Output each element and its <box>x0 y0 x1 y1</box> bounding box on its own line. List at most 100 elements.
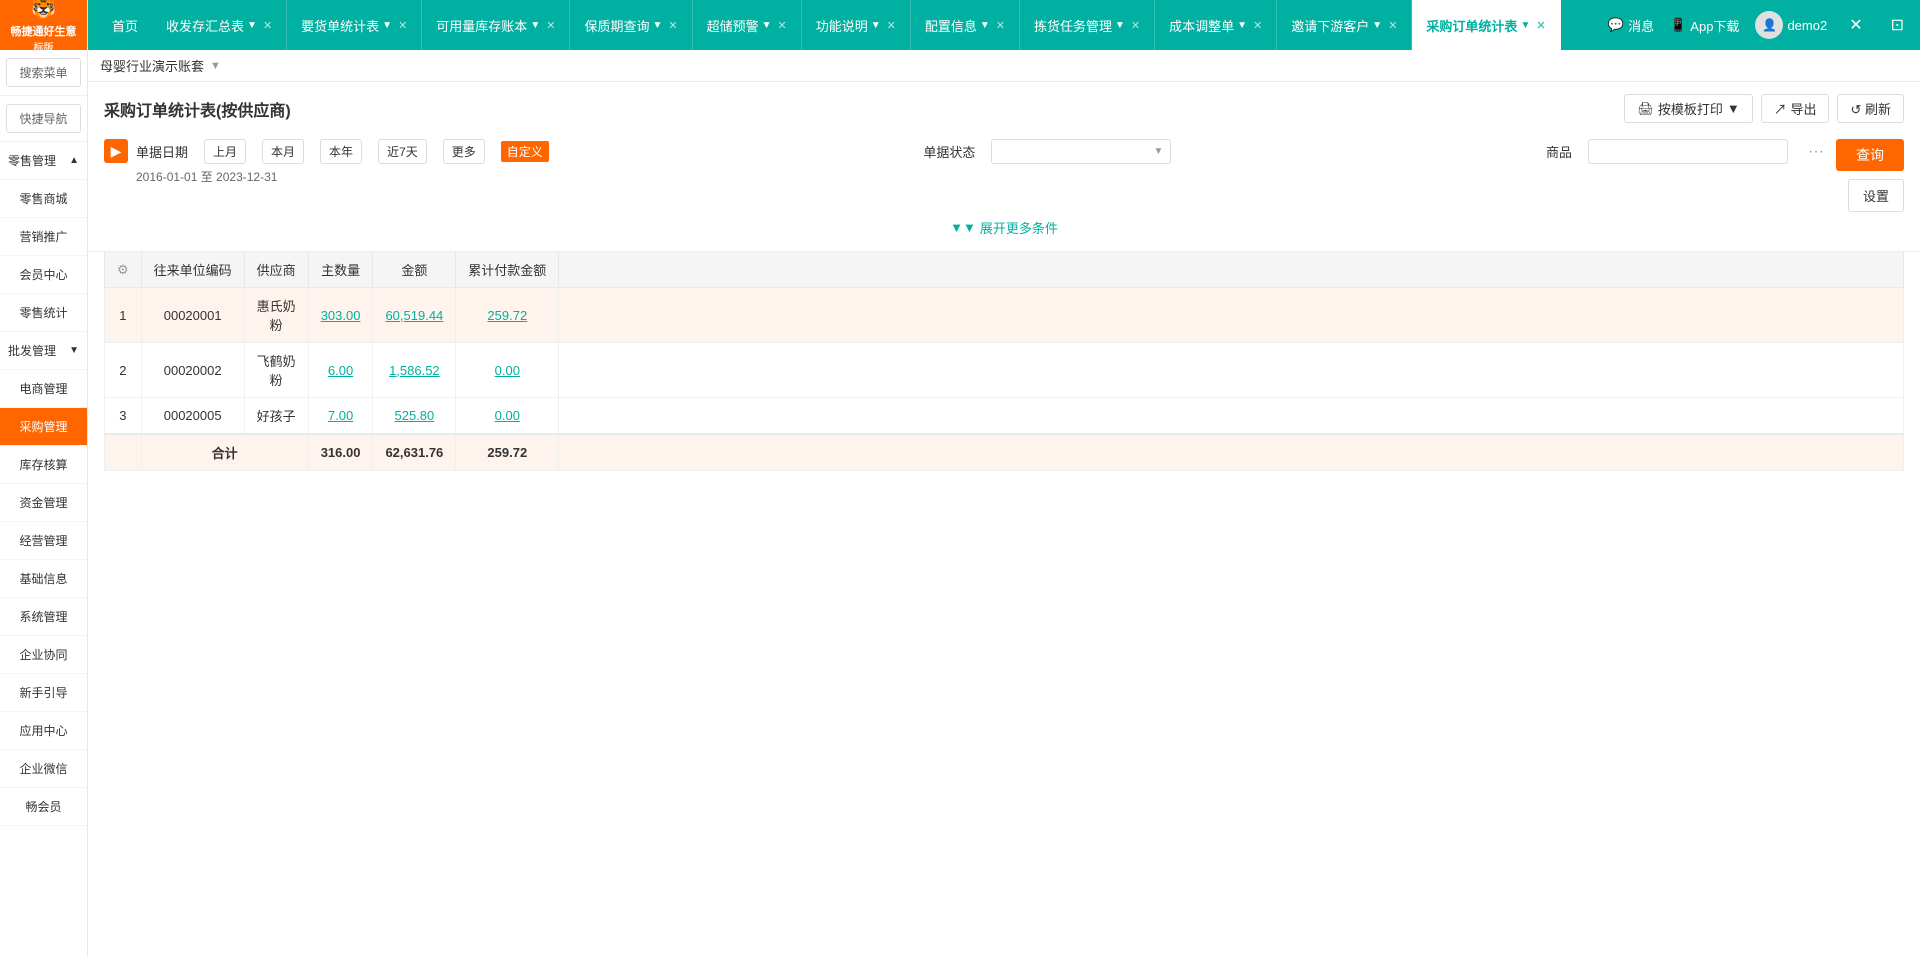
th-supplier: 供应商 <box>244 252 308 288</box>
amount-link[interactable]: 525.80 <box>394 408 434 423</box>
account-dropdown-icon[interactable]: ▼ <box>210 60 221 72</box>
tab-close-icon[interactable]: ✕ <box>546 19 555 32</box>
sidebar-item-retail-shop[interactable]: 零售商城 <box>0 180 87 218</box>
tab-arrow-icon: ▼ <box>1237 20 1247 31</box>
goods-more-btn[interactable]: ··· <box>1804 143 1828 161</box>
th-paid: 累计付款金额 <box>456 252 559 288</box>
sidebar-item-purchase-mgmt[interactable]: 采购管理 <box>0 408 87 446</box>
row-extra <box>559 343 1904 398</box>
tab-home[interactable]: 首页 <box>98 0 152 50</box>
tab-arrow-icon: ▼ <box>247 20 257 31</box>
last-7days-btn[interactable]: 近7天 <box>378 139 427 164</box>
sidebar-item-app-center[interactable]: 应用中心 <box>0 712 87 750</box>
tab-close-icon[interactable]: ✕ <box>1253 19 1262 32</box>
row-no: 3 <box>105 398 142 435</box>
expand-conditions-btn[interactable]: ▼▼ 展开更多条件 <box>950 218 1058 237</box>
subheader: 母婴行业演示账套 ▼ <box>88 50 1920 82</box>
tab-arrow-icon: ▼ <box>980 20 990 31</box>
tab-collect-summary[interactable]: 收发存汇总表 ▼ ✕ <box>152 0 287 50</box>
avatar-icon: 👤 <box>1755 11 1783 39</box>
status-dropdown-wrapper: ▼ <box>991 139 1171 164</box>
amount-link[interactable]: 1,586.52 <box>389 363 440 378</box>
paid-link[interactable]: 0.00 <box>495 363 520 378</box>
sidebar-item-enterprise-wechat[interactable]: 企业微信 <box>0 750 87 788</box>
tab-overstock[interactable]: 超储预警 ▼ ✕ <box>693 0 802 50</box>
sidebar-item-newcomer[interactable]: 新手引导 <box>0 674 87 712</box>
sidebar-item-retail-mgmt[interactable]: 零售管理 ▲ <box>0 142 87 180</box>
paid-link[interactable]: 259.72 <box>487 308 527 323</box>
tab-purchase-order-stats[interactable]: 采购订单统计表 ▼ ✕ <box>1412 0 1560 50</box>
sidebar-item-finance[interactable]: 资金管理 <box>0 484 87 522</box>
sidebar-item-basic-info[interactable]: 基础信息 <box>0 560 87 598</box>
export-icon: ↗ <box>1774 102 1787 117</box>
more-date-btn[interactable]: 更多 <box>443 139 485 164</box>
tab-close-icon[interactable]: ✕ <box>398 19 407 32</box>
row-qty: 7.00 <box>308 398 373 435</box>
account-name: 母婴行业演示账套 <box>100 56 204 75</box>
window-maximize-icon[interactable]: ⊡ <box>1885 15 1910 35</box>
sidebar: 🐯 畅捷通好生意 标版 搜索菜单 快捷导航 零售管理 ▲ 零售商城 营销推广 会… <box>0 0 88 957</box>
status-select[interactable] <box>991 139 1171 164</box>
row-paid: 0.00 <box>456 343 559 398</box>
tab-close-icon[interactable]: ✕ <box>668 19 677 32</box>
query-button[interactable]: 查询 <box>1836 139 1904 171</box>
export-button[interactable]: ↗ 导出 <box>1761 94 1830 123</box>
tab-close-icon[interactable]: ✕ <box>996 19 1005 32</box>
sidebar-item-member-center[interactable]: 会员中心 <box>0 256 87 294</box>
tab-func-desc[interactable]: 功能说明 ▼ ✕ <box>802 0 911 50</box>
sidebar-item-system-mgmt[interactable]: 系统管理 <box>0 598 87 636</box>
tab-close-icon[interactable]: ✕ <box>1131 19 1140 32</box>
sidebar-item-operations[interactable]: 经营管理 <box>0 522 87 560</box>
table-footer-row: 合计 316.00 62,631.76 259.72 <box>105 434 1904 471</box>
app-download-button[interactable]: 📱 App下载 <box>1670 16 1739 35</box>
filter-area: ▶ 单据日期 上月 本月 本年 近7天 更多 自定义 单据状态 <box>88 131 1920 252</box>
sidebar-item-ecommerce[interactable]: 电商管理 <box>0 370 87 408</box>
sidebar-item-marketing[interactable]: 营销推广 <box>0 218 87 256</box>
goods-input[interactable] <box>1588 139 1788 164</box>
th-settings: ⚙ <box>105 252 142 288</box>
tab-cost-adjust[interactable]: 成本调整单 ▼ ✕ <box>1155 0 1277 50</box>
settings-button[interactable]: 设置 <box>1848 179 1904 212</box>
tab-available-stock[interactable]: 可用量库存账本 ▼ ✕ <box>422 0 570 50</box>
sidebar-item-inventory[interactable]: 库存核算 <box>0 446 87 484</box>
paid-link[interactable]: 0.00 <box>495 408 520 423</box>
this-month-btn[interactable]: 本月 <box>262 139 304 164</box>
sidebar-item-vip[interactable]: 畅会员 <box>0 788 87 826</box>
sidebar-item-retail-stats[interactable]: 零售统计 <box>0 294 87 332</box>
user-avatar[interactable]: 👤 demo2 <box>1755 11 1827 39</box>
quick-nav-button[interactable]: 快捷导航 <box>6 104 81 133</box>
tab-invite-downstream[interactable]: 邀请下游客户 ▼ ✕ <box>1277 0 1412 50</box>
tab-picking-task[interactable]: 拣货任务管理 ▼ ✕ <box>1020 0 1155 50</box>
window-close-icon[interactable]: ✕ <box>1843 15 1868 35</box>
filter-toggle-button[interactable]: ▶ <box>104 139 128 163</box>
tab-close-icon[interactable]: ✕ <box>887 19 896 32</box>
date-range-text: 2016-01-01 至 2023-12-31 <box>136 170 277 184</box>
template-print-button[interactable]: 🖨 按模板打印 ▼ <box>1624 94 1752 123</box>
data-table: ⚙ 往来单位编码 供应商 主数量 金额 累计付款金额 1 00020001 <box>104 252 1904 471</box>
qty-link[interactable]: 6.00 <box>328 363 353 378</box>
tab-expiry-query[interactable]: 保质期查询 ▼ ✕ <box>570 0 692 50</box>
tab-close-icon[interactable]: ✕ <box>263 19 272 32</box>
search-menu-button[interactable]: 搜索菜单 <box>6 58 81 87</box>
this-year-btn[interactable]: 本年 <box>320 139 362 164</box>
tab-goods-stats[interactable]: 要货单统计表 ▼ ✕ <box>287 0 422 50</box>
column-settings-icon[interactable]: ⚙ <box>117 262 129 277</box>
chevron-down-icon: ▼ <box>69 345 79 356</box>
tab-close-icon[interactable]: ✕ <box>1536 19 1545 32</box>
quick-nav-section: 快捷导航 <box>0 96 87 142</box>
row-qty: 303.00 <box>308 288 373 343</box>
footer-label: 合计 <box>141 434 308 471</box>
sidebar-item-batch-mgmt[interactable]: 批发管理 ▼ <box>0 332 87 370</box>
tab-config-info[interactable]: 配置信息 ▼ ✕ <box>911 0 1020 50</box>
tab-close-icon[interactable]: ✕ <box>1388 19 1397 32</box>
tab-close-icon[interactable]: ✕ <box>778 19 787 32</box>
qty-link[interactable]: 303.00 <box>321 308 361 323</box>
amount-link[interactable]: 60,519.44 <box>385 308 443 323</box>
refresh-button[interactable]: ↺ 刷新 <box>1837 94 1904 123</box>
qty-link[interactable]: 7.00 <box>328 408 353 423</box>
last-month-btn[interactable]: 上月 <box>204 139 246 164</box>
logo-sub: 标版 <box>34 39 54 54</box>
message-button[interactable]: 💬 消息 <box>1608 16 1654 35</box>
sidebar-item-enterprise-collab[interactable]: 企业协同 <box>0 636 87 674</box>
page-header: 采购订单统计表(按供应商) 🖨 按模板打印 ▼ ↗ 导出 ↺ 刷新 <box>88 82 1920 131</box>
